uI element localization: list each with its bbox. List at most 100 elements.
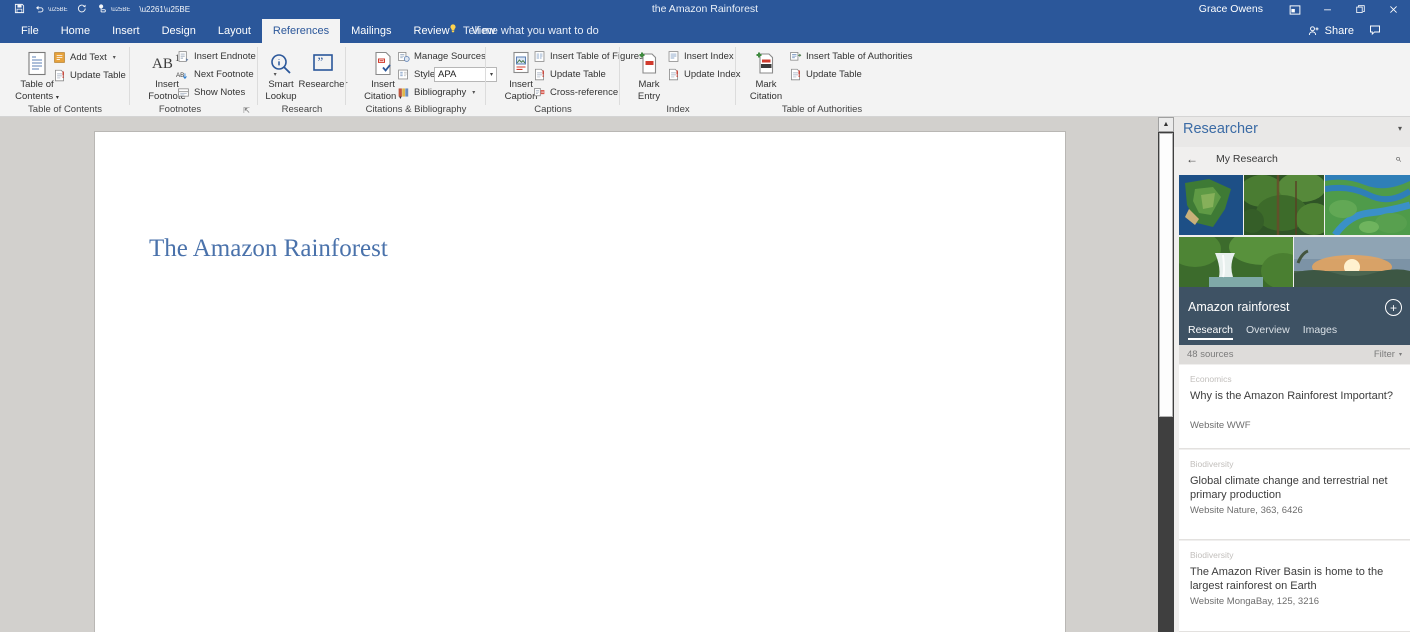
document-area[interactable]: The Amazon Rainforest — [0, 117, 1158, 632]
ribbon-group-index: Mark Entry Insert Index Update Index Ind… — [620, 43, 741, 117]
thumbnail-jungle-canopy[interactable] — [1240, 172, 1332, 235]
tab-mailings[interactable]: Mailings — [340, 19, 402, 43]
bibliography-icon — [396, 86, 410, 100]
ribbon-group-table-of-authorities: Mark Citation Insert Table of Authoritie… — [736, 43, 913, 117]
user-account-name[interactable]: Grace Owens — [1199, 0, 1263, 19]
thumbnail-aerial-river[interactable] — [1324, 175, 1410, 238]
tab-layout[interactable]: Layout — [207, 19, 262, 43]
group-label-footnotes: Footnotes — [158, 104, 202, 115]
document-heading[interactable]: The Amazon Rainforest — [149, 235, 388, 263]
tab-insert[interactable]: Insert — [101, 19, 151, 43]
researcher-button[interactable]: ” Researcher — [298, 49, 348, 91]
group-label-table-of-contents: Table of Contents — [28, 104, 102, 115]
search-icon[interactable]: ⌕ — [1395, 153, 1401, 166]
smart-lookup-icon — [269, 49, 293, 79]
add-text-icon — [52, 51, 66, 65]
scrollbar-thumb[interactable] — [1159, 133, 1173, 417]
cross-reference-button[interactable]: Cross-reference — [532, 85, 618, 100]
list-item[interactable]: Biodiversity The Amazon River Basin is h… — [1179, 541, 1410, 632]
thumbnail-waterfall[interactable] — [1174, 229, 1305, 289]
tab-file[interactable]: File — [10, 19, 50, 43]
tab-home[interactable]: Home — [50, 19, 101, 43]
researcher-icon: ” — [311, 49, 335, 79]
tab-references[interactable]: References — [261, 19, 341, 43]
thumbnail-satellite-map[interactable] — [1179, 175, 1243, 235]
update-index-label: Update Index — [684, 69, 741, 80]
list-item[interactable]: Biodiversity Global climate change and t… — [1179, 450, 1410, 540]
ribbon-group-footnotes: AB 1 Insert Footnote Insert Endnote AB Ne… — [130, 43, 277, 117]
result-source: Website MongaBay, 125, 3216 — [1190, 596, 1320, 607]
tell-me-search[interactable]: Tell me what you want to do — [448, 19, 599, 43]
mark-citation-button[interactable]: Mark Citation — [740, 49, 792, 102]
researcher-pane-header: Researcher ▾ — [1174, 117, 1410, 147]
add-text-button[interactable]: Add Text ▾ — [52, 50, 116, 65]
tab-overview[interactable]: Overview — [1246, 324, 1290, 340]
ribbon-tabs: File Home Insert Design Layout Reference… — [10, 19, 506, 43]
update-index-button[interactable]: Update Index — [666, 67, 741, 82]
pane-options-chevron-icon[interactable]: ▾ — [1398, 124, 1402, 133]
restore-button[interactable] — [1344, 0, 1377, 19]
result-category: Economics — [1190, 374, 1232, 384]
share-button[interactable]: Share — [1308, 25, 1354, 37]
update-table-figures-button[interactable]: Update Table — [532, 67, 606, 82]
manage-sources-label: Manage Sources — [414, 51, 486, 62]
ribbon-group-captions: Insert Caption Insert Table of Figures U… — [486, 43, 644, 117]
breadcrumb-my-research[interactable]: My Research — [1216, 153, 1278, 165]
filter-label: Filter — [1373, 349, 1395, 360]
update-table-icon — [532, 68, 546, 82]
researcher-label: Researcher — [298, 79, 348, 90]
smart-lookup-label-2: Lookup — [265, 90, 297, 102]
insert-index-label: Insert Index — [684, 51, 734, 62]
show-notes-label: Show Notes — [194, 87, 246, 98]
sources-count: 48 sources — [1187, 349, 1234, 360]
minimize-button[interactable] — [1311, 0, 1344, 19]
insert-table-of-authorities-button[interactable]: Insert Table of Authorities — [788, 49, 913, 64]
update-table-figures-label: Update Table — [550, 69, 606, 80]
next-footnote-icon: AB — [176, 68, 190, 82]
close-button[interactable] — [1377, 0, 1410, 19]
tab-design[interactable]: Design — [151, 19, 207, 43]
ribbon-display-options-icon[interactable] — [1278, 0, 1311, 19]
chevron-down-icon: ▾ — [55, 94, 59, 101]
scroll-up-button[interactable]: ▲ — [1158, 117, 1174, 132]
bibliography-button[interactable]: Bibliography ▾ — [396, 85, 475, 100]
result-category: Biodiversity — [1190, 550, 1234, 560]
research-results-list: Economics Why is the Amazon Rainforest I… — [1179, 365, 1410, 632]
ribbon: Table of Contents ▾ Add Text ▾ Update Ta… — [0, 43, 1410, 117]
chevron-down-icon[interactable]: ▾ — [472, 89, 475, 96]
result-category: Biodiversity — [1190, 459, 1234, 469]
tab-images[interactable]: Images — [1303, 324, 1337, 340]
manage-sources-button[interactable]: Manage Sources — [396, 49, 486, 64]
smart-lookup-button[interactable]: Smart Lookup — [260, 49, 302, 102]
footnotes-dialog-launcher[interactable]: ⇱ — [243, 106, 250, 115]
manage-sources-icon — [396, 50, 410, 64]
svg-text:AB: AB — [152, 56, 173, 72]
list-item[interactable]: Economics Why is the Amazon Rainforest I… — [1179, 365, 1410, 449]
tab-research[interactable]: Research — [1188, 324, 1233, 340]
add-topic-button[interactable]: + — [1385, 299, 1402, 316]
ribbon-tab-strip: File Home Insert Design Layout Reference… — [0, 19, 1410, 92]
thumbnail-sunset[interactable] — [1294, 237, 1410, 287]
filter-dropdown[interactable]: Filter ▾ — [1374, 349, 1402, 360]
lightbulb-icon — [448, 19, 458, 43]
chevron-down-icon[interactable]: ▾ — [113, 54, 116, 61]
insert-index-button[interactable]: Insert Index — [666, 49, 734, 64]
show-notes-button[interactable]: Show Notes — [176, 85, 245, 100]
group-label-table-of-authorities: Table of Authorities — [781, 104, 863, 115]
mark-entry-icon — [637, 49, 661, 79]
result-title: Global climate change and terrestrial ne… — [1190, 475, 1388, 501]
hero-caption-text: Amazon rainforest — [1188, 300, 1290, 314]
update-table-toc-button[interactable]: Update Table — [52, 68, 126, 83]
researcher-nav-row: ← My Research ⌕ — [1174, 149, 1410, 171]
insert-endnote-button[interactable]: Insert Endnote — [176, 49, 256, 64]
result-source: Website Nature, 363, 6426 — [1190, 505, 1303, 516]
vertical-scrollbar[interactable]: ▲ — [1158, 117, 1174, 632]
sources-bar: 48 sources Filter ▾ — [1179, 345, 1410, 364]
document-page[interactable]: The Amazon Rainforest — [94, 131, 1066, 632]
svg-text:AB: AB — [176, 72, 184, 79]
title-bar: \u25BE \u25BE \u2261\u25BE the Amazon Ra… — [0, 0, 1410, 19]
back-arrow-icon[interactable]: ← — [1186, 152, 1198, 166]
comments-icon[interactable] — [1368, 24, 1382, 39]
update-table-authorities-button[interactable]: Update Table — [788, 67, 862, 82]
table-of-contents-label-1: Table of — [20, 79, 54, 90]
